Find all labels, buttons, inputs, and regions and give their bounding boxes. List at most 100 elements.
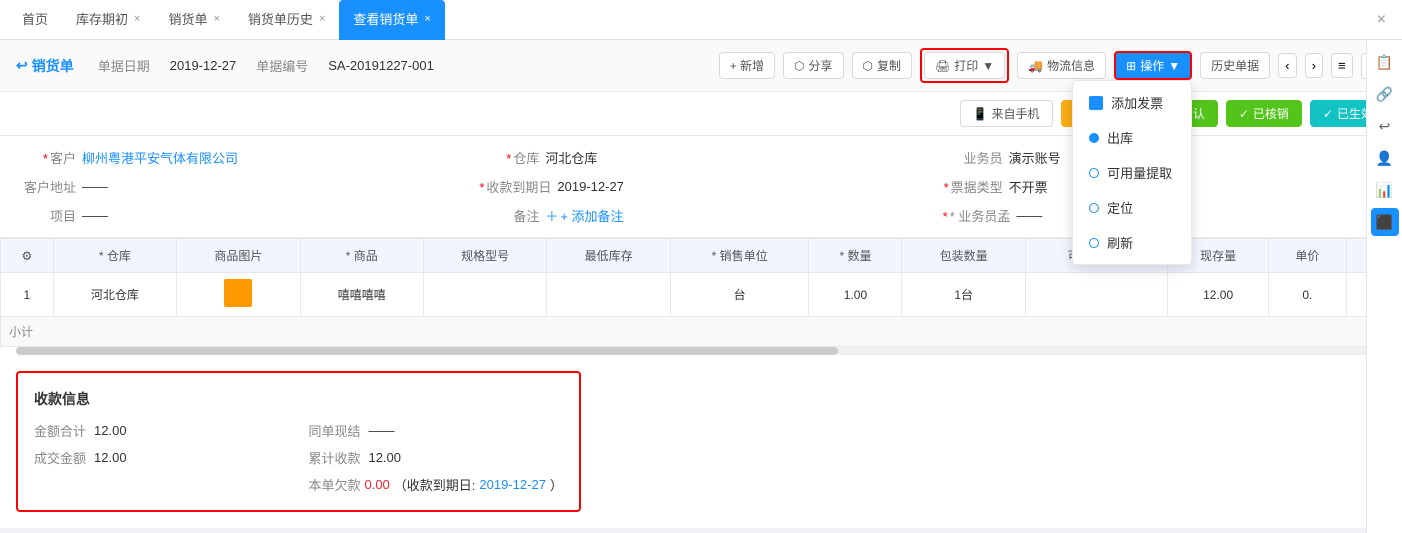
nav-prev-button[interactable]: ‹: [1278, 53, 1296, 78]
print-dropdown-arrow: ▼: [982, 59, 994, 73]
operate-dropdown-menu: 添加发票 出库 可用量提取 定位: [1072, 80, 1192, 265]
refresh-label: 刷新: [1107, 233, 1133, 252]
right-sidebar: 📋 🔗 ↩ 👤 📊 ⬛: [1366, 40, 1402, 533]
plus-icon: ＋: [545, 206, 558, 225]
cell-available: [1025, 273, 1167, 317]
tab-inventory-label: 库存期初: [76, 9, 128, 28]
subtotal-label: 小计: [1, 317, 1402, 347]
product-image: [224, 279, 252, 307]
col-quantity: * 数量: [809, 239, 902, 273]
share-button[interactable]: ⬡ 分享: [783, 52, 844, 79]
cell-warehouse: 河北仓库: [53, 273, 176, 317]
tab-sales-label: 销货单: [168, 9, 207, 28]
add-remark-button[interactable]: ＋ + 添加备注: [545, 206, 623, 225]
doc-title: ↩ 销货单: [16, 56, 74, 76]
arrears-note: （收款到期日:: [394, 475, 476, 494]
bottom-area: 收款信息 金额合计 12.00 同单现结 —— 成交金额 12.00 累计收款 …: [0, 355, 1402, 528]
subtotal-row: 小计: [1, 317, 1402, 347]
sidebar-link-icon[interactable]: 🔗: [1371, 80, 1399, 108]
project-field: 项目 ——: [16, 206, 459, 225]
print-icon: 🖨: [935, 59, 950, 73]
locate-icon: [1089, 203, 1099, 213]
customer-label: 客户: [16, 148, 76, 167]
from-phone-button[interactable]: 📱 来自手机: [960, 100, 1053, 127]
arrears-label: 本单欠款: [308, 475, 360, 494]
tab-inventory-close[interactable]: ×: [134, 13, 140, 25]
number-value: SA-20191227-001: [328, 58, 434, 73]
dropdown-refresh[interactable]: 刷新: [1073, 225, 1191, 260]
cell-product: 嘻嘻嘻嘻: [300, 273, 423, 317]
cell-spec: [423, 273, 546, 317]
horizontal-scrollbar[interactable]: [16, 347, 1386, 355]
effective-icon: ✓: [1323, 107, 1333, 121]
col-settings[interactable]: ⚙: [1, 239, 54, 273]
new-label: + 新增: [730, 57, 764, 74]
tab-view-sales-label: 查看销货单: [353, 9, 418, 28]
sidebar-return-icon[interactable]: ↩: [1371, 112, 1399, 140]
cell-unit: 台: [670, 273, 809, 317]
tab-home-label: 首页: [22, 9, 48, 28]
tab-sales-history-close[interactable]: ×: [319, 13, 325, 25]
tab-bar: 首页 库存期初 × 销货单 × 销货单历史 × 查看销货单 × ×: [0, 0, 1402, 40]
date-value: 2019-12-27: [170, 58, 237, 73]
cumulative-label: 累计收款: [308, 448, 360, 467]
sidebar-chart-icon[interactable]: 📊: [1371, 176, 1399, 204]
payment-date-field: 收款到期日 2019-12-27: [479, 177, 922, 196]
layout1-button[interactable]: ≡: [1331, 53, 1353, 78]
transaction-amount-value: 12.00: [94, 450, 127, 465]
scrollbar-thumb[interactable]: [16, 347, 838, 355]
copy-button[interactable]: ⬡ 复制: [852, 52, 913, 79]
number-label: 单据编号: [256, 56, 308, 75]
tab-view-sales-close[interactable]: ×: [424, 13, 430, 25]
outbound-icon: [1089, 133, 1099, 143]
operate-dropdown[interactable]: ⊞ 操作 ▼ 添加发票 出库 可用量提取: [1114, 51, 1192, 80]
dropdown-add-invoice[interactable]: 添加发票: [1073, 85, 1191, 120]
customer-field: 客户 柳州粤港平安气体有限公司: [16, 148, 459, 167]
tab-sales-history[interactable]: 销货单历史 ×: [234, 0, 339, 40]
cell-quantity: 1.00: [809, 273, 902, 317]
operate-arrow: ▼: [1168, 59, 1180, 73]
total-amount-label: 金额合计: [34, 421, 86, 440]
tab-view-sales[interactable]: 查看销货单 ×: [339, 0, 444, 40]
remark-field: 备注 ＋ + 添加备注: [479, 206, 922, 225]
tab-sales[interactable]: 销货单 ×: [154, 0, 233, 40]
sidebar-user-icon[interactable]: 👤: [1371, 144, 1399, 172]
new-button[interactable]: + 新增: [719, 52, 775, 79]
col-pack-qty: 包装数量: [902, 239, 1025, 273]
copy-icon: ⬡: [863, 59, 873, 73]
col-unit: * 销售单位: [670, 239, 809, 273]
address-field: 客户地址 ——: [16, 177, 459, 196]
dropdown-available-qty[interactable]: 可用量提取: [1073, 155, 1191, 190]
tab-sales-close[interactable]: ×: [213, 13, 219, 25]
dropdown-outbound[interactable]: 出库: [1073, 120, 1191, 155]
voided-button[interactable]: ✓ 已核销: [1226, 100, 1302, 127]
tab-inventory[interactable]: 库存期初 ×: [62, 0, 154, 40]
logistics-button[interactable]: 🚚 物流信息: [1017, 52, 1106, 79]
logistics-icon: 🚚: [1028, 59, 1043, 73]
copy-label: 复制: [877, 57, 901, 74]
sidebar-doc-icon[interactable]: 📋: [1371, 48, 1399, 76]
nav-next-icon: ›: [1312, 58, 1316, 73]
dropdown-locate[interactable]: 定位: [1073, 190, 1191, 225]
invoice-type-value: 不开票: [1009, 177, 1048, 196]
nav-next-button[interactable]: ›: [1305, 53, 1323, 78]
tab-home[interactable]: 首页: [8, 0, 62, 40]
invoice-type-label: 票据类型: [943, 177, 1003, 196]
salesperson-label: 业务员: [943, 148, 1003, 167]
sidebar-expand-icon[interactable]: ⬛: [1371, 208, 1399, 236]
doc-type-label: 销货单: [32, 56, 74, 76]
available-qty-icon: [1089, 168, 1099, 178]
payment-info-title: 收款信息: [34, 389, 563, 409]
warehouse-value: 河北仓库: [545, 148, 597, 167]
customer-value[interactable]: 柳州粤港平安气体有限公司: [82, 148, 238, 167]
project-value: ——: [82, 208, 108, 223]
table-row: 1 河北仓库 嘻嘻嘻嘻 台 1.00 1台 12.00 0.: [1, 273, 1402, 317]
payment-date-value: 2019-12-27: [557, 179, 624, 194]
print-button[interactable]: 🖨 打印 ▼: [924, 52, 1005, 79]
arrears-value: 0.00: [364, 477, 389, 492]
history-button[interactable]: 历史单据: [1200, 52, 1270, 79]
tab-bar-close-button[interactable]: ×: [1369, 11, 1394, 29]
date-label: 单据日期: [98, 56, 150, 75]
operate-button[interactable]: ⊞ 操作 ▼: [1114, 51, 1192, 80]
voided-icon: ✓: [1239, 107, 1249, 121]
